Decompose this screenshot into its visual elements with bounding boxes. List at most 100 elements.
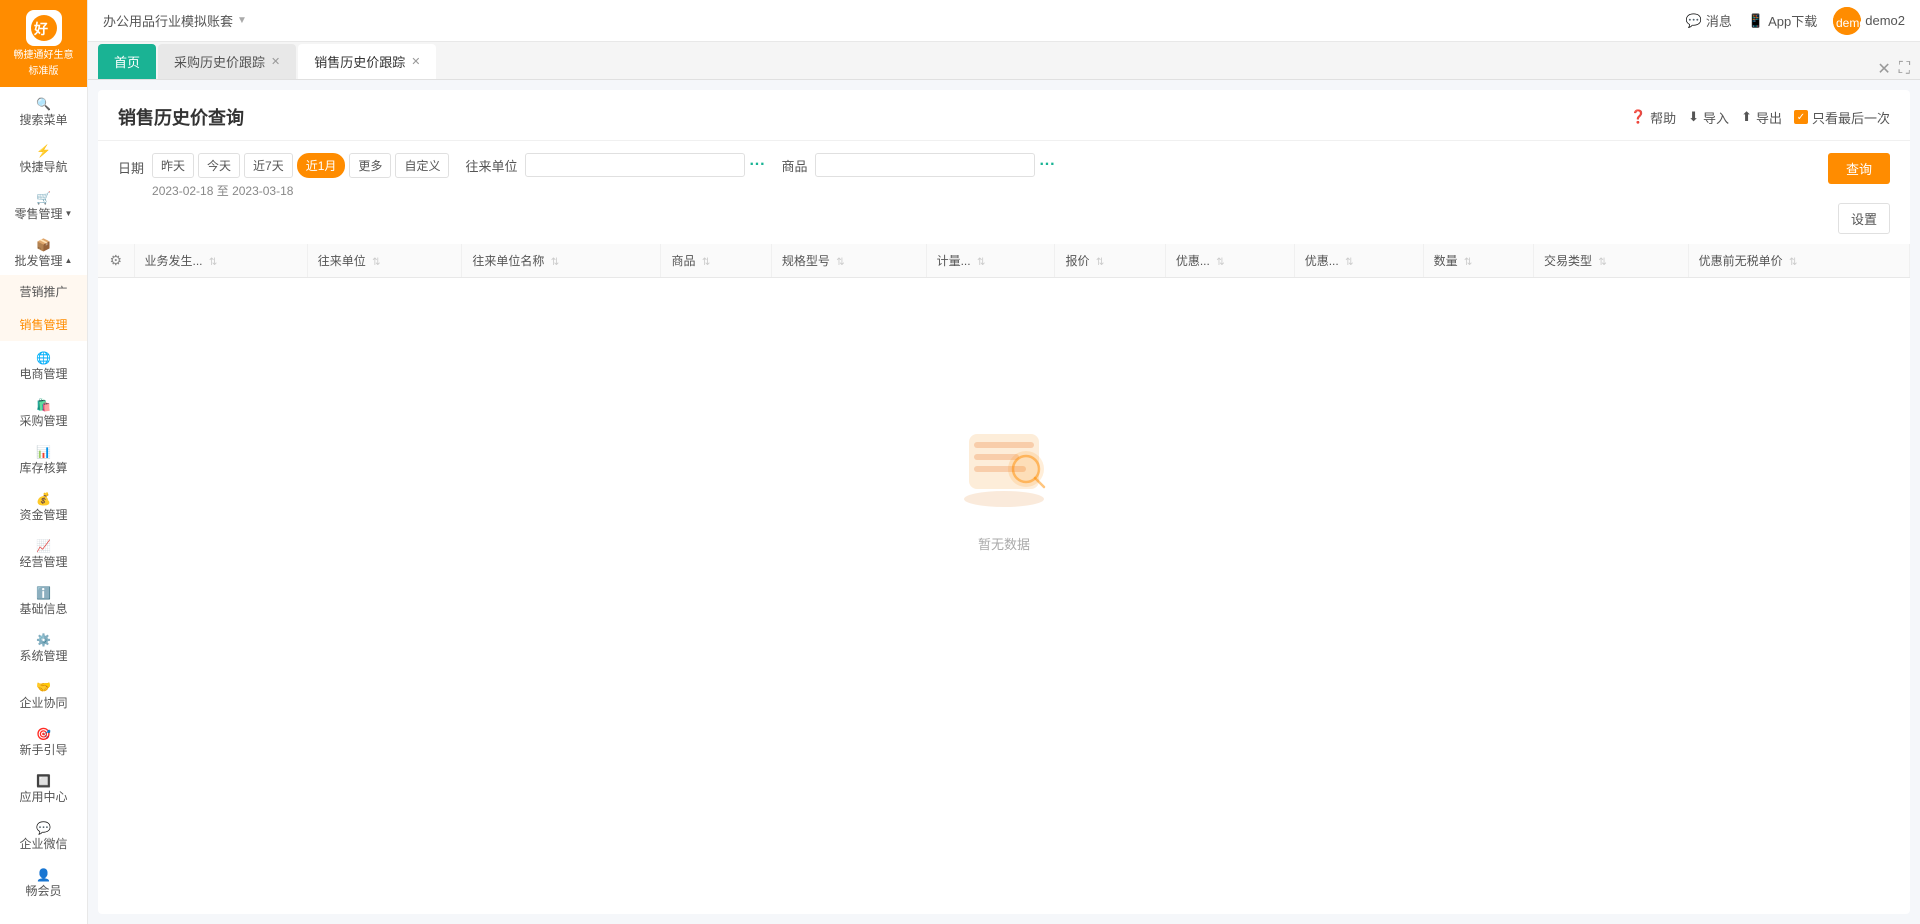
- date-btn-1month[interactable]: 近1月: [297, 153, 346, 178]
- quick-nav-icon: ⚡: [36, 144, 51, 158]
- tab-sales-history[interactable]: 销售历史价跟踪 ✕: [298, 44, 436, 79]
- sidebar-item-label: 企业微信: [19, 835, 67, 852]
- th-discount2[interactable]: 优惠... ⇅: [1294, 244, 1423, 278]
- help-icon: ❓: [1630, 109, 1646, 125]
- export-label: 导出: [1756, 108, 1782, 127]
- partner-filter-group: 往来单位 ···: [465, 153, 765, 177]
- th-product[interactable]: 商品 ⇅: [661, 244, 771, 278]
- sidebar-item-marketing[interactable]: 营销推广: [0, 275, 87, 308]
- help-button[interactable]: ❓ 帮助: [1630, 108, 1676, 127]
- tab-purchase-history-label: 采购历史价跟踪: [174, 52, 265, 71]
- sidebar-item-inventory[interactable]: 📊 库存核算: [0, 435, 87, 482]
- sidebar-item-sales-mgmt[interactable]: 销售管理: [0, 308, 87, 341]
- sort-quote-icon: ⇅: [1096, 257, 1104, 268]
- date-btn-7days[interactable]: 近7天: [244, 153, 293, 178]
- main-area: 办公用品行业模拟账套 ▼ 💬 消息 📱 App下载 demo demo2: [88, 0, 1920, 924]
- sidebar: 好 畅捷通好生意 标准版 🔍 搜索菜单 ⚡ 快捷导航 🛒 零售管理▼ 📦 批发管…: [0, 0, 88, 924]
- table-settings-icon[interactable]: ⚙: [109, 252, 122, 268]
- sidebar-item-member[interactable]: 👤 畅会员: [0, 858, 87, 905]
- topbar-right: 💬 消息 📱 App下载 demo demo2: [1686, 7, 1905, 35]
- sidebar-item-wholesale[interactable]: 📦 批发管理▲: [0, 228, 87, 275]
- tab-home[interactable]: 首页: [98, 44, 156, 79]
- sidebar-item-enterprise-wechat[interactable]: 💬 企业微信: [0, 811, 87, 858]
- sidebar-item-label: 搜索菜单: [19, 111, 67, 128]
- content-area: 销售历史价查询 ❓ 帮助 ⬇ 导入 ⬆ 导出 ✓: [88, 80, 1920, 924]
- table-header-row: ⚙ 业务发生... ⇅ 往来单位 ⇅ 往来单位名称: [98, 244, 1910, 278]
- date-btn-more[interactable]: 更多: [349, 153, 391, 178]
- sidebar-item-finance[interactable]: 💰 资金管理: [0, 482, 87, 529]
- logo-icon: 好: [26, 10, 62, 46]
- sort-quantity-icon: ⇅: [1464, 257, 1472, 268]
- tab-sales-history-label: 销售历史价跟踪: [314, 52, 405, 71]
- only-latest-checkbox-label[interactable]: ✓ 只看最后一次: [1794, 108, 1890, 127]
- sidebar-item-purchase[interactable]: 🛍️ 采购管理: [0, 388, 87, 435]
- sidebar-item-operations[interactable]: 📈 经营管理: [0, 529, 87, 576]
- empty-state: 暂无数据: [98, 278, 1910, 678]
- sidebar-item-quick-nav[interactable]: ⚡ 快捷导航: [0, 134, 87, 181]
- th-trade-type[interactable]: 交易类型 ⇅: [1533, 244, 1688, 278]
- th-partner-name[interactable]: 往来单位名称 ⇅: [462, 244, 661, 278]
- sort-biz-date-icon: ⇅: [209, 257, 217, 268]
- tab-bar: 首页 采购历史价跟踪 ✕ 销售历史价跟踪 ✕ ✕ ⛶: [88, 42, 1920, 80]
- sort-partner-code-icon: ⇅: [372, 257, 380, 268]
- partner-picker-button[interactable]: ···: [749, 156, 765, 174]
- th-quantity-label: 数量: [1434, 254, 1458, 268]
- sidebar-item-newbie[interactable]: 🎯 新手引导: [0, 717, 87, 764]
- th-quantity[interactable]: 数量 ⇅: [1423, 244, 1533, 278]
- user-profile[interactable]: demo demo2: [1833, 7, 1905, 35]
- username: demo2: [1865, 13, 1905, 28]
- search-icon: 🔍: [36, 97, 51, 111]
- product-picker-button[interactable]: ···: [1039, 156, 1055, 174]
- date-filter-label: 日期: [118, 158, 144, 177]
- message-button[interactable]: 💬 消息: [1686, 11, 1732, 30]
- partner-input[interactable]: [525, 153, 745, 177]
- sidebar-item-ecommerce[interactable]: 🌐 电商管理: [0, 341, 87, 388]
- sidebar-item-search[interactable]: 🔍 搜索菜单: [0, 87, 87, 134]
- date-btn-today[interactable]: 今天: [198, 153, 240, 178]
- sidebar-item-enterprise-collab[interactable]: 🤝 企业协同: [0, 670, 87, 717]
- sidebar-item-app-center[interactable]: 🔲 应用中心: [0, 764, 87, 811]
- filter-row2: 设置: [98, 203, 1910, 244]
- logo-area[interactable]: 好 畅捷通好生意 标准版: [0, 0, 87, 87]
- system-icon: ⚙️: [36, 633, 51, 647]
- th-partner-code[interactable]: 往来单位 ⇅: [307, 244, 462, 278]
- logo-text: 畅捷通好生意: [14, 50, 74, 62]
- product-input[interactable]: [815, 153, 1035, 177]
- close-window-button[interactable]: ✕: [1877, 59, 1890, 79]
- empty-icon: [944, 404, 1064, 524]
- tab-purchase-history[interactable]: 采购历史价跟踪 ✕: [158, 44, 296, 79]
- import-button[interactable]: ⬇ 导入: [1688, 108, 1729, 127]
- th-biz-date[interactable]: 业务发生... ⇅: [134, 244, 307, 278]
- th-no-tax-price[interactable]: 优惠前无税单价 ⇅: [1688, 244, 1909, 278]
- sidebar-item-label: 电商管理: [19, 365, 67, 382]
- tab-purchase-history-close[interactable]: ✕: [271, 55, 280, 68]
- wholesale-icon: 📦: [36, 238, 51, 252]
- th-spec[interactable]: 规格型号 ⇅: [771, 244, 926, 278]
- date-btn-yesterday[interactable]: 昨天: [152, 153, 194, 178]
- query-button[interactable]: 查询: [1828, 153, 1890, 184]
- workspace-selector[interactable]: 办公用品行业模拟账套 ▼: [103, 11, 247, 30]
- maximize-window-button[interactable]: ⛶: [1899, 60, 1910, 78]
- th-unit[interactable]: 计量... ⇅: [926, 244, 1055, 278]
- action-buttons: 查询: [1828, 153, 1890, 184]
- sidebar-item-label: 企业协同: [19, 694, 67, 711]
- sidebar-item-retail[interactable]: 🛒 零售管理▼: [0, 181, 87, 228]
- export-button[interactable]: ⬆ 导出: [1741, 108, 1782, 127]
- setting-button[interactable]: 设置: [1838, 203, 1890, 234]
- th-discount1[interactable]: 优惠... ⇅: [1165, 244, 1294, 278]
- topbar-left: 办公用品行业模拟账套 ▼: [103, 11, 247, 30]
- sidebar-item-basics[interactable]: ℹ️ 基础信息: [0, 576, 87, 623]
- window-controls: ✕ ⛶: [1877, 59, 1910, 79]
- date-range-display: 2023-02-18 至 2023-03-18: [152, 182, 449, 199]
- download-icon: 📱: [1748, 13, 1764, 29]
- tab-sales-history-close[interactable]: ✕: [411, 55, 420, 68]
- sidebar-item-label: 库存核算: [19, 459, 67, 476]
- basics-icon: ℹ️: [36, 586, 51, 600]
- sidebar-item-system[interactable]: ⚙️ 系统管理: [0, 623, 87, 670]
- app-download-button[interactable]: 📱 App下载: [1748, 11, 1817, 30]
- th-quote[interactable]: 报价 ⇅: [1055, 244, 1165, 278]
- only-latest-checkbox[interactable]: ✓: [1794, 110, 1808, 124]
- export-icon: ⬆: [1741, 109, 1752, 125]
- date-btn-custom[interactable]: 自定义: [395, 153, 449, 178]
- member-icon: 👤: [36, 868, 51, 882]
